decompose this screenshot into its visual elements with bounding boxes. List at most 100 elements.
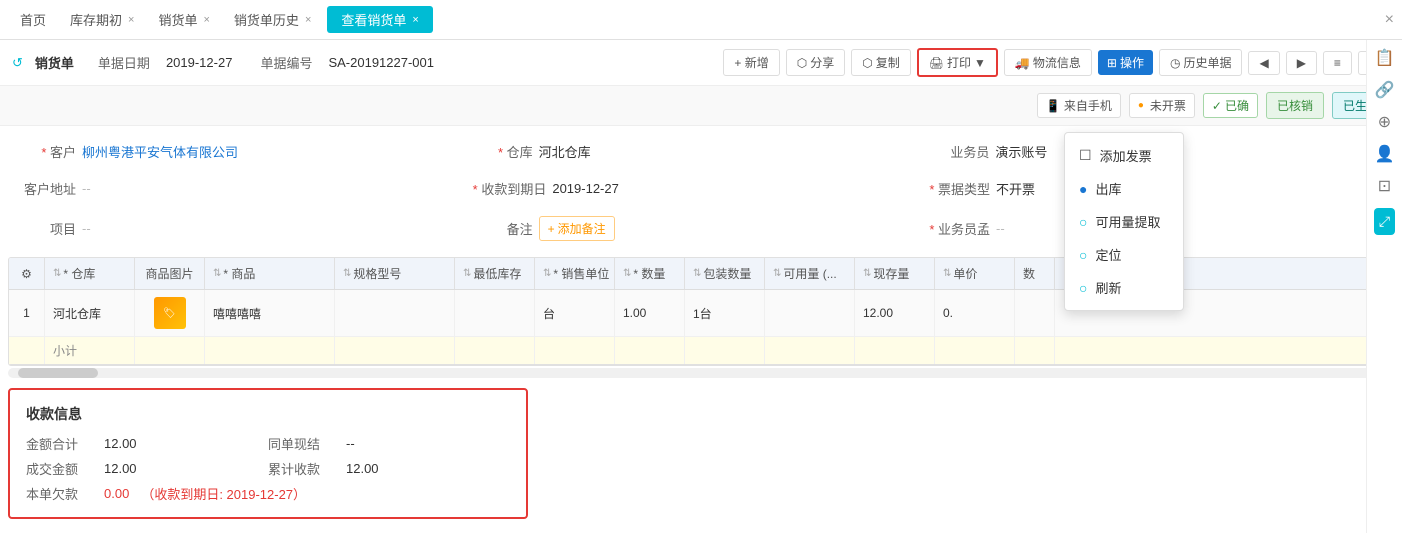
cumulative-value: 12.00 [346, 461, 379, 476]
row1-product: 嘻嘻嘻嘻 [205, 290, 335, 336]
sort-icon2: ⇅ [213, 268, 221, 279]
subtotal-col10 [855, 337, 935, 364]
nav-prev-button[interactable]: ◀ [1248, 51, 1279, 75]
subtotal-col12 [1015, 337, 1055, 364]
sort-icon4: ⇅ [463, 268, 471, 279]
sort-icon8: ⇅ [773, 268, 781, 279]
warehouse-label: 仓库 [473, 142, 533, 161]
meta1-value: 2019-12-27 [166, 55, 233, 70]
share-button[interactable]: ⬡ 分享 [786, 49, 846, 76]
not-open-button[interactable]: 未开票 [1129, 93, 1195, 118]
tab-sales-history[interactable]: 销货单历史 × [222, 0, 323, 40]
tab-sales[interactable]: 销货单 × [146, 0, 221, 40]
payment-info-panel: 收款信息 金额合计 12.00 同单现结 -- 成交金额 12.00 累计收款 … [8, 388, 528, 519]
tab-home[interactable]: 首页 [8, 0, 58, 40]
sidebar-icon-expand[interactable]: ⤢ [1374, 208, 1395, 235]
outstanding-label: 本单欠款 [26, 484, 96, 503]
tab-inventory[interactable]: 库存期初 × [58, 0, 146, 40]
row1-avail [765, 290, 855, 336]
dropdown-item-outstock[interactable]: ● 出库 [1065, 172, 1183, 205]
total-row: 金额合计 12.00 [26, 434, 268, 453]
th-extra: 数 [1015, 258, 1055, 289]
doc-title: 销货单 [35, 53, 74, 72]
tab-view-sales[interactable]: 查看销货单 × [327, 6, 432, 33]
settlement-row: 同单现结 -- [268, 434, 510, 453]
new-button[interactable]: + 新增 [723, 49, 779, 76]
dropdown-item-avail[interactable]: ○ 可用量提取 [1065, 205, 1183, 238]
ticket-label: 票据类型 [929, 179, 990, 198]
outstanding-row: 本单欠款 0.00 （收款到期日: 2019-12-27） [26, 484, 510, 503]
settlement-label: 同单现结 [268, 434, 338, 453]
row1-unit: 台 [535, 290, 615, 336]
mobile-button[interactable]: 📱 来自手机 [1037, 93, 1121, 118]
th-qty: ⇅ * 数量 [615, 258, 685, 289]
ops-icon: ⊞ [1107, 56, 1117, 70]
tab-sales-history-close[interactable]: × [305, 14, 311, 26]
th-pack: ⇅ 包装数量 [685, 258, 765, 289]
row1-price: 0. [935, 290, 1015, 336]
sidebar-icon-4[interactable]: 👤 [1375, 144, 1395, 164]
row1-spec [335, 290, 455, 336]
dropdown-item-locate[interactable]: ○ 定位 [1065, 238, 1183, 271]
status-voided[interactable]: 已核销 [1266, 92, 1324, 119]
total-value: 12.00 [104, 436, 137, 451]
sidebar-icon-2[interactable]: 🔗 [1375, 80, 1395, 100]
dropdown-item-invoice[interactable]: ☐ 添加发票 [1065, 139, 1183, 172]
outstock-icon: ● [1079, 181, 1087, 197]
note-field: 备注 + 添加备注 [473, 212, 930, 245]
right-sidebar: 📋 🔗 ⊕ 👤 ⊡ ⤢ [1366, 40, 1402, 533]
table-row: 1 河北仓库 🏷 嘻嘻嘻嘻 台 1.00 1台 12.00 0. [9, 290, 1393, 337]
outstanding-value: 0.00 [104, 486, 129, 501]
subtotal-col7 [615, 337, 685, 364]
dropdown-item-refresh[interactable]: ○ 刷新 [1065, 271, 1183, 304]
subtotal-col3 [205, 337, 335, 364]
logistics-icon: 🚚 [1015, 56, 1030, 70]
copy-button[interactable]: ⬡ 复制 [851, 49, 911, 76]
copy-icon: ⬡ [862, 56, 872, 70]
tab-sales-history-label: 销货单历史 [234, 10, 299, 29]
payment-title: 收款信息 [26, 404, 510, 424]
subtotal-label [9, 337, 45, 364]
nav-next-button[interactable]: ▶ [1286, 51, 1317, 75]
sidebar-icon-1[interactable]: 📋 [1375, 48, 1395, 68]
subtotal-col9 [765, 337, 855, 364]
tab-sales-close[interactable]: × [203, 14, 209, 26]
window-close-button[interactable]: × [1385, 11, 1394, 29]
invoice-icon: ☐ [1079, 147, 1092, 164]
toolbar-actions: + 新增 ⬡ 分享 ⬡ 复制 🖨 打印 ▼ 🚚 物流信息 [723, 48, 1390, 77]
grid-view-button[interactable]: ≡ [1323, 51, 1352, 75]
th-settings[interactable]: ⚙ [9, 258, 45, 289]
add-note-button[interactable]: + 添加备注 [539, 216, 615, 241]
sidebar-icon-5[interactable]: ⊡ [1378, 176, 1391, 196]
operations-button[interactable]: ⊞ 操作 [1098, 50, 1153, 75]
tab-inventory-close[interactable]: × [128, 14, 134, 26]
warehouse-field: 仓库 河北仓库 [473, 138, 930, 165]
th-avail: ⇅ 可用量 (... [765, 258, 855, 289]
row1-warehouse: 河北仓库 [45, 290, 135, 336]
row1-extra [1015, 290, 1055, 336]
sort-icon10: ⇅ [943, 268, 951, 279]
row1-stock: 12.00 [855, 290, 935, 336]
logistics-button[interactable]: 🚚 物流信息 [1004, 49, 1092, 76]
subtotal-col8 [685, 337, 765, 364]
sales-rep-label: 业务员孟 [929, 219, 990, 238]
customer-label: 客户 [16, 142, 76, 161]
horizontal-scrollbar[interactable] [8, 368, 1394, 378]
row1-qty: 1.00 [615, 290, 685, 336]
due-date-label: 收款到期日 [473, 179, 547, 198]
sidebar-icon-3[interactable]: ⊕ [1378, 112, 1391, 132]
print-button[interactable]: 🖨 打印 ▼ [917, 48, 998, 77]
row1-pack: 1台 [685, 290, 765, 336]
tab-view-sales-close[interactable]: × [412, 14, 418, 26]
scrollbar-thumb[interactable] [18, 368, 98, 378]
confirm-button[interactable]: ✓ 已确 [1203, 93, 1258, 118]
product-image: 🏷 [154, 297, 186, 329]
locate-icon: ○ [1079, 247, 1087, 263]
salesperson-value: 演示账号 [995, 142, 1047, 161]
customer-value[interactable]: 柳州粤港平安气体有限公司 [82, 142, 238, 161]
history-button[interactable]: ◷ 历史单据 [1159, 49, 1243, 76]
due-date-field: 收款到期日 2019-12-27 [473, 175, 930, 202]
toolbar-row1: ↺ 销货单 单据日期 2019-12-27 单据编号 SA-20191227-0… [0, 40, 1402, 86]
subtotal-col2 [135, 337, 205, 364]
toolbar-row2: 📱 来自手机 未开票 ✓ 已确 已核销 已生效 [0, 86, 1402, 126]
